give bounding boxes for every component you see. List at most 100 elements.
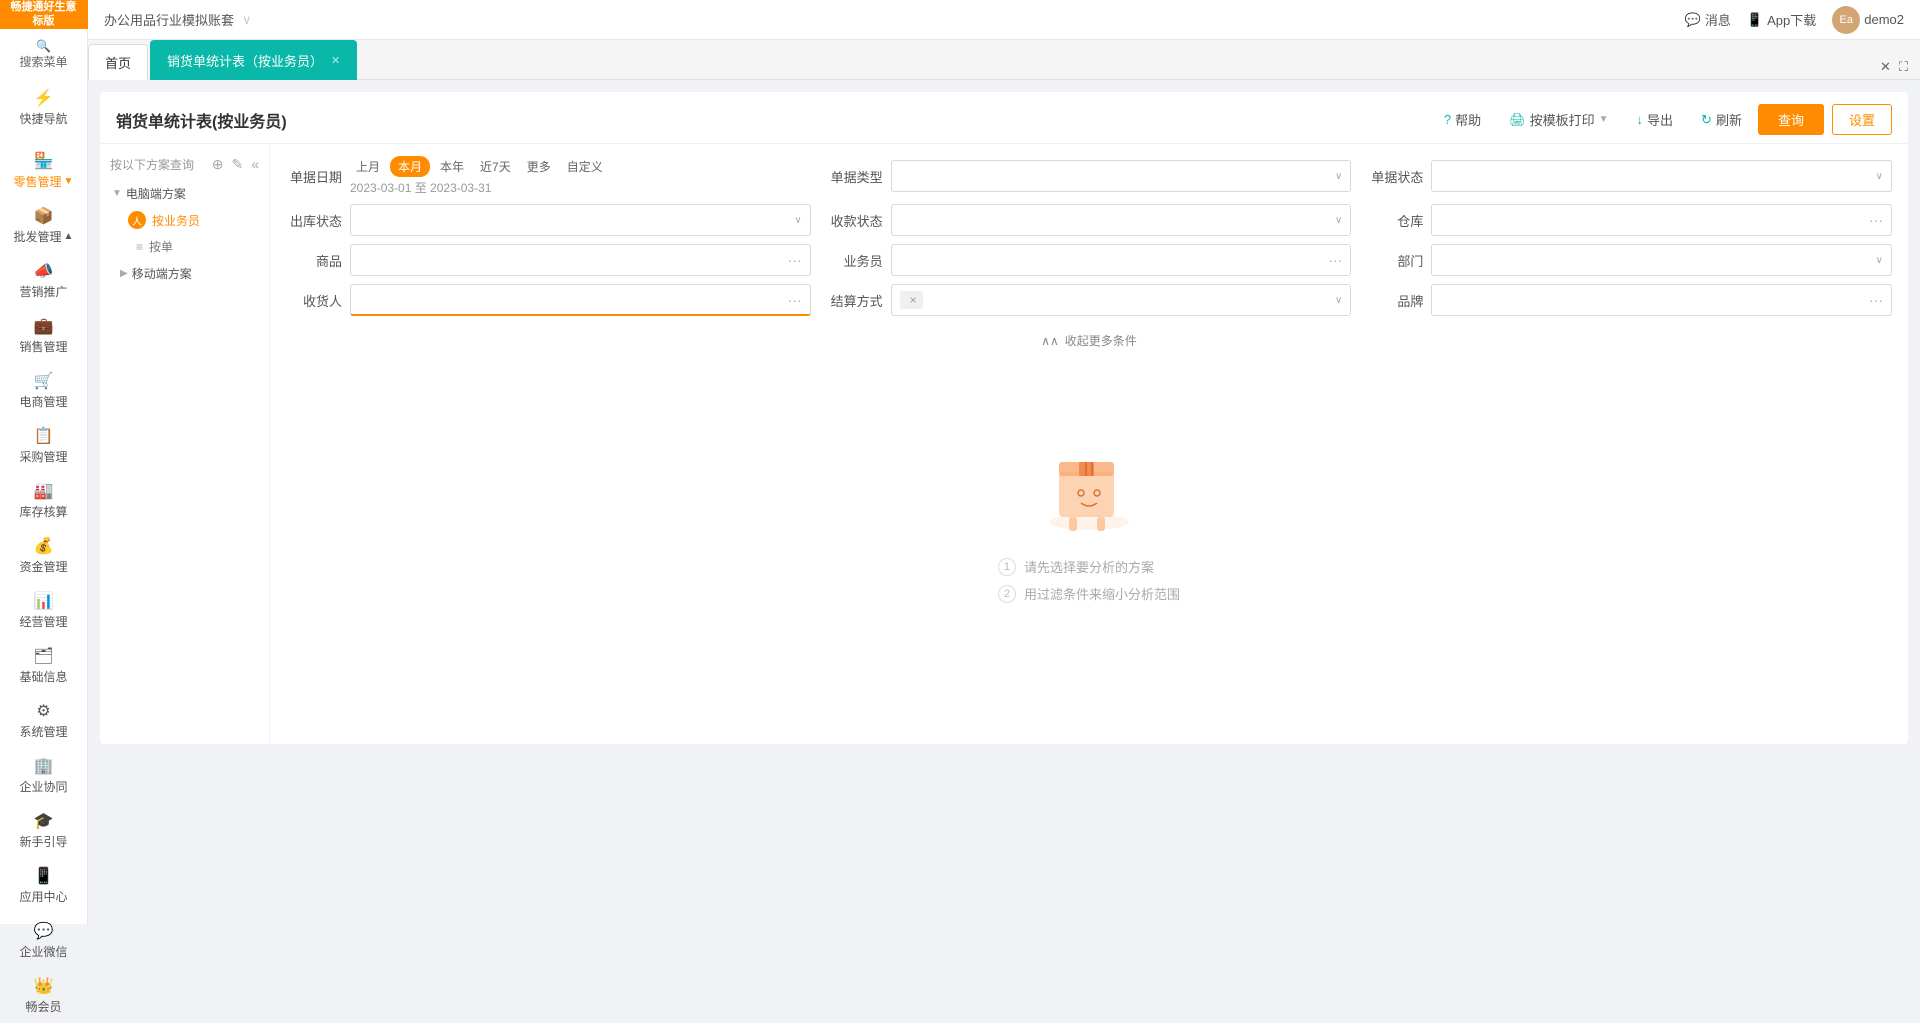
content-area: 销货单统计表(按业务员) ? 帮助 🖨 按模板打印 ▼ ↓: [88, 80, 1920, 924]
chevron-down-icon: ▼: [112, 188, 122, 199]
date-tab-lastmonth[interactable]: 上月: [350, 156, 386, 177]
salesman-control[interactable]: ···: [891, 244, 1352, 276]
marketing-icon: 📣: [34, 261, 54, 281]
doc-status-label: 单据状态: [1367, 167, 1423, 186]
doc-type-control[interactable]: ∨: [891, 160, 1352, 192]
app-download-btn[interactable]: 📱 App下载: [1747, 10, 1816, 29]
out-status-control[interactable]: ∨: [350, 204, 811, 236]
hint-num-2: 2: [998, 585, 1016, 603]
payment-method-tag-close[interactable]: ×: [910, 293, 917, 307]
dept-control[interactable]: ∨: [1431, 244, 1892, 276]
hint-num-1: 1: [998, 558, 1016, 576]
window-maximize-btn[interactable]: ⛶: [1895, 55, 1912, 79]
tab-close-btn[interactable]: ✕: [331, 54, 340, 67]
right-panel: 单据日期 上月 本月 本年 近7天 更多 自定义 20: [270, 144, 1908, 744]
date-tab-thisyear[interactable]: 本年: [434, 156, 470, 177]
date-range-text: 2023-03-01 至 2023-03-31: [350, 179, 491, 196]
refresh-btn[interactable]: ↻ 刷新: [1693, 106, 1750, 133]
app-logo[interactable]: 畅捷通好生意标版: [0, 0, 88, 29]
sidebar-item-basic[interactable]: 🗂 基础信息: [0, 638, 88, 693]
retail-icon: 🏪: [34, 151, 54, 171]
doc-status-select[interactable]: ∨: [1440, 171, 1883, 182]
salesman-ellipsis[interactable]: ···: [1328, 252, 1342, 268]
help-btn[interactable]: ? 帮助: [1436, 106, 1489, 133]
payment-method-tag: ×: [900, 291, 923, 309]
sidebar-item-sales[interactable]: 💼 销售管理: [0, 308, 88, 363]
sidebar-item-finance[interactable]: 💰 资金管理: [0, 528, 88, 583]
main-area: 办公用品行业模拟账套 ∨ 💬 消息 📱 App下载 Ea demo2 首页 销货…: [88, 0, 1920, 924]
tabs-bar: 首页 销货单统计表（按业务员） ✕ ✕ ⛶: [88, 40, 1920, 80]
empty-illustration: [1029, 437, 1149, 537]
payment-method-select[interactable]: × ∨: [900, 291, 1343, 309]
sidebar-item-enterprise[interactable]: 🏢 企业协同: [0, 748, 88, 803]
scheme-item-by-salesman[interactable]: 人 按业务员: [108, 206, 261, 234]
sidebar-item-operation[interactable]: 📊 经营管理: [0, 583, 88, 638]
sidebar-item-wholesale[interactable]: 📦 批发管理 ▲: [0, 198, 88, 253]
edit-scheme-btn[interactable]: ✎: [231, 156, 243, 173]
sidebar-item-marketing[interactable]: 📣 营销推广: [0, 253, 88, 308]
sidebar-item-newbie[interactable]: 🎓 新手引导: [0, 803, 88, 858]
payment-method-control[interactable]: × ∨: [891, 284, 1352, 316]
date-tab-custom[interactable]: 自定义: [561, 156, 609, 177]
goods-control[interactable]: ···: [350, 244, 811, 276]
consignee-ellipsis[interactable]: ···: [788, 292, 802, 308]
sidebar-search[interactable]: 🔍 搜索菜单: [0, 29, 87, 80]
date-control: 上月 本月 本年 近7天 更多 自定义 2023-03-01 至 2023-03…: [350, 156, 811, 196]
inventory-icon: 🏭: [34, 481, 54, 501]
enterprise-icon: 🏢: [34, 756, 54, 776]
window-close-btn[interactable]: ✕: [1876, 55, 1895, 79]
date-tab-more[interactable]: 更多: [521, 156, 557, 177]
collapse-conditions-btn[interactable]: ∧∧ 收起更多条件: [286, 324, 1892, 357]
consignee-input[interactable]: [359, 292, 788, 307]
sidebar-item-appcenter[interactable]: 📱 应用中心: [0, 858, 88, 913]
user-menu[interactable]: Ea demo2: [1832, 6, 1904, 34]
search-icon: 🔍: [0, 39, 87, 53]
receipt-status-select[interactable]: ∨: [900, 215, 1343, 226]
sidebar-item-ecommerce[interactable]: 🛒 电商管理: [0, 363, 88, 418]
quicknav-icon: ⚡: [34, 88, 54, 108]
collapse-panel-btn[interactable]: «: [251, 156, 259, 173]
sidebar-item-wechat[interactable]: 💬 企业微信: [0, 913, 88, 968]
goods-select[interactable]: ···: [359, 252, 802, 268]
download-icon: 📱: [1747, 12, 1763, 28]
doc-status-control[interactable]: ∨: [1431, 160, 1892, 192]
brand-select[interactable]: ···: [1440, 292, 1883, 308]
messages-btn[interactable]: 💬 消息: [1685, 10, 1731, 29]
dept-arrow: ∨: [1876, 255, 1883, 266]
scheme-group-mobile-header[interactable]: ▶ 移动端方案: [108, 259, 261, 286]
sidebar-item-retail[interactable]: 🏪 零售管理 ▼: [0, 143, 88, 198]
doc-type-select[interactable]: ∨: [900, 171, 1343, 182]
warehouse-select[interactable]: ···: [1440, 212, 1883, 228]
tab-sales-stats[interactable]: 销货单统计表（按业务员） ✕: [150, 40, 357, 80]
sidebar-item-purchase[interactable]: 📋 采购管理: [0, 418, 88, 473]
dept-select[interactable]: ∨: [1440, 255, 1883, 266]
settings-button[interactable]: 设置: [1832, 104, 1892, 135]
add-scheme-btn[interactable]: ⊕: [212, 156, 224, 173]
consignee-control[interactable]: ···: [350, 284, 811, 316]
receipt-status-control[interactable]: ∨: [891, 204, 1352, 236]
warehouse-control[interactable]: ···: [1431, 204, 1892, 236]
print-btn[interactable]: 🖨 按模板打印 ▼: [1501, 106, 1616, 133]
filter-row-3: 商品 ··· 业务员: [286, 244, 1892, 276]
sidebar-item-member[interactable]: 👑 畅会员: [0, 968, 88, 1023]
out-status-select[interactable]: ∨: [359, 215, 802, 226]
scheme-group-pc-header[interactable]: ▼ 电脑端方案: [108, 181, 261, 206]
export-btn[interactable]: ↓ 导出: [1629, 106, 1682, 133]
brand-ellipsis[interactable]: ···: [1869, 292, 1883, 308]
warehouse-ellipsis[interactable]: ···: [1869, 212, 1883, 228]
sales-stats-tab-label: 销货单统计表（按业务员）: [167, 51, 323, 70]
tab-home[interactable]: 首页: [88, 44, 148, 80]
date-tab-7days[interactable]: 近7天: [474, 156, 517, 177]
sidebar-item-quicknav[interactable]: ⚡ 快捷导航: [0, 80, 88, 135]
scheme-group-mobile: ▶ 移动端方案: [100, 259, 269, 286]
brand-control[interactable]: ···: [1431, 284, 1892, 316]
empty-hint-1: 1 请先选择要分析的方案: [998, 557, 1180, 576]
sidebar-item-inventory[interactable]: 🏭 库存核算: [0, 473, 88, 528]
date-tab-thismonth[interactable]: 本月: [390, 156, 430, 177]
scheme-sub-item-by-order[interactable]: ≡ 按单: [108, 234, 261, 259]
query-button[interactable]: 查询: [1758, 104, 1824, 135]
sidebar-item-system[interactable]: ⚙ 系统管理: [0, 693, 88, 748]
salesman-select[interactable]: ···: [900, 252, 1343, 268]
chevron-icon: ▼: [64, 176, 74, 187]
goods-ellipsis[interactable]: ···: [788, 252, 802, 268]
